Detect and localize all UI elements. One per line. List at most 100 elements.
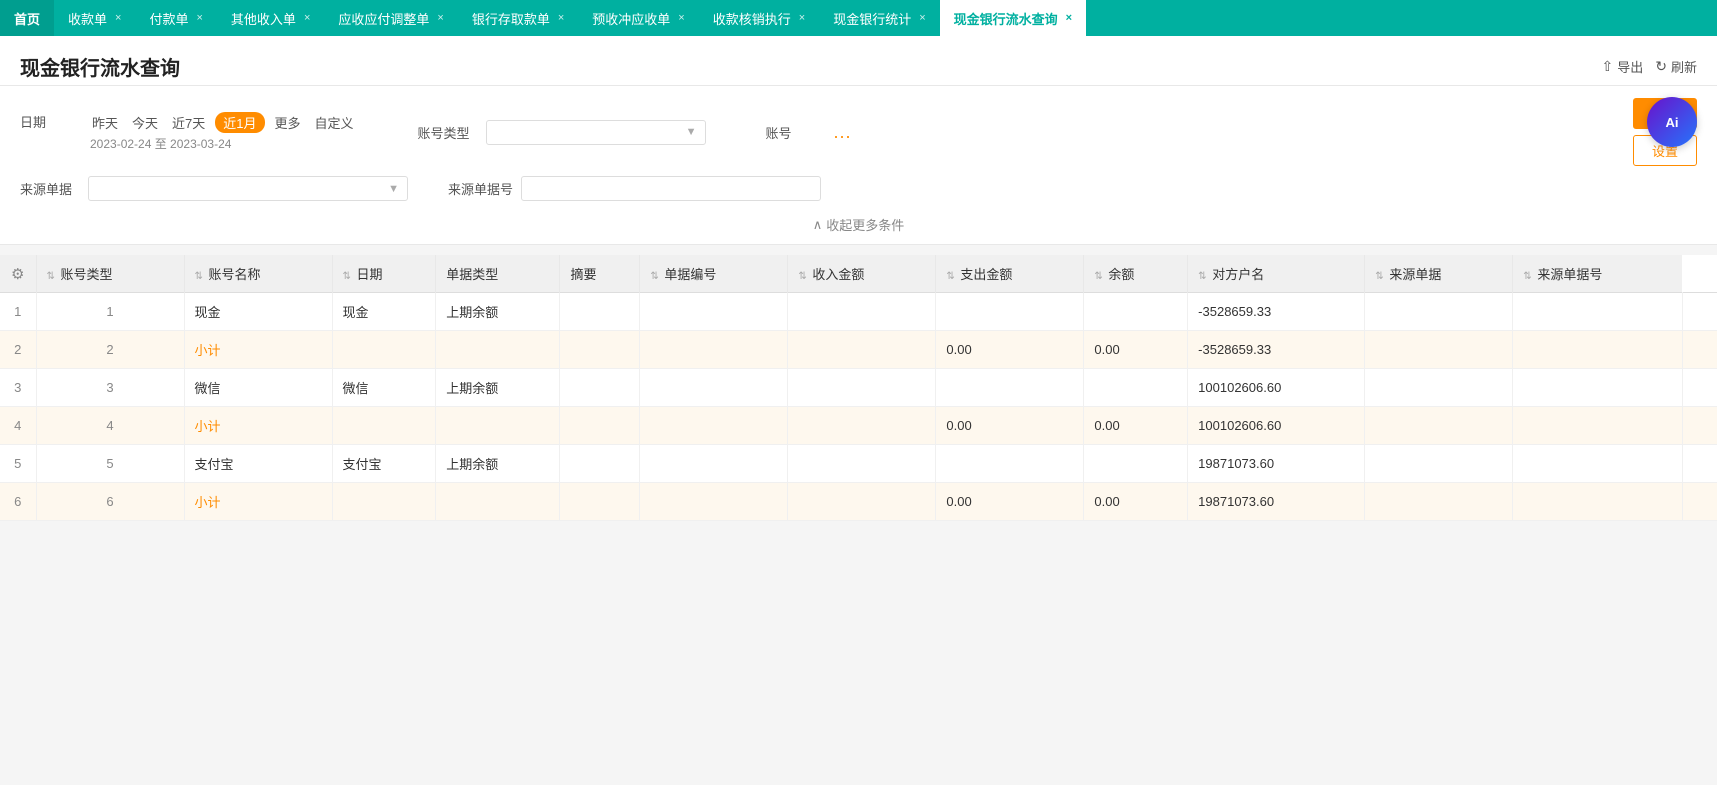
date-btn-custom[interactable]: 自定义 xyxy=(311,112,358,133)
ai-assistant-button[interactable]: Ai xyxy=(1647,97,1697,147)
nav-item-receipt[interactable]: 收款单 × xyxy=(54,0,135,36)
nav-item-cash-flow-query[interactable]: 现金银行流水查询 × xyxy=(940,0,1086,36)
sort-icon-expense: ⇅ xyxy=(946,271,954,282)
cell-account-type: 支付宝 xyxy=(184,445,332,483)
table-row: 44小计0.000.00100102606.60 xyxy=(0,407,1717,445)
nav-close-other-income[interactable]: × xyxy=(304,12,310,24)
account-dots-button[interactable]: ... xyxy=(834,122,852,143)
cell-income: 0.00 xyxy=(936,483,1084,521)
col-summary[interactable]: 摘要 xyxy=(560,255,640,293)
nav-close-cash-flow-query[interactable]: × xyxy=(1066,12,1072,24)
date-btn-7days[interactable]: 近7天 xyxy=(168,112,209,133)
col-doc-no[interactable]: ⇅ 单据编号 xyxy=(640,255,788,293)
settings-gear-icon[interactable]: ⚙ xyxy=(11,266,24,283)
sort-icon-income: ⇅ xyxy=(798,271,806,282)
ai-label: Ai xyxy=(1666,115,1679,130)
cell-summary xyxy=(640,369,788,407)
nav-label-payment: 付款单 xyxy=(149,9,188,28)
cell-source-doc-no xyxy=(1682,483,1717,521)
col-label-date: 日期 xyxy=(357,267,383,282)
refresh-button[interactable]: ↻ 刷新 xyxy=(1655,57,1697,76)
cell-income xyxy=(936,293,1084,331)
col-source-doc[interactable]: ⇅ 来源单据 xyxy=(1365,255,1513,293)
nav-close-receipt-exec[interactable]: × xyxy=(799,12,805,24)
cell-num: 3 xyxy=(36,369,184,407)
collapse-more-button[interactable]: ∧ 收起更多条件 xyxy=(20,211,1697,236)
source-doc-select[interactable]: ▼ xyxy=(88,176,408,201)
cell-date: 上期余额 xyxy=(436,445,560,483)
cell-expense: 0.00 xyxy=(1084,407,1188,445)
account-type-select[interactable]: ▼ xyxy=(486,120,706,145)
col-date[interactable]: ⇅ 日期 xyxy=(332,255,436,293)
cell-summary xyxy=(640,407,788,445)
cell-source-doc xyxy=(1513,331,1682,369)
export-icon: ⇧ xyxy=(1602,58,1614,75)
cell-balance: 19871073.60 xyxy=(1188,445,1365,483)
nav-close-ar-ap-adjust[interactable]: × xyxy=(437,12,443,24)
cell-num: 4 xyxy=(36,407,184,445)
col-source-doc-no[interactable]: ⇅ 来源单据号 xyxy=(1513,255,1682,293)
table-row: 66小计0.000.0019871073.60 xyxy=(0,483,1717,521)
col-doc-type[interactable]: 单据类型 xyxy=(436,255,560,293)
nav-item-cash-stat[interactable]: 现金银行统计 × xyxy=(819,0,939,36)
nav-item-ar-ap-adjust[interactable]: 应收应付调整单 × xyxy=(324,0,457,36)
cell-income xyxy=(936,445,1084,483)
col-account-type[interactable]: ⇅ 账号类型 xyxy=(36,255,184,293)
nav-item-receipt-exec[interactable]: 收款核销执行 × xyxy=(699,0,819,36)
cell-summary xyxy=(640,445,788,483)
date-btn-1month[interactable]: 近1月 xyxy=(215,112,264,133)
cell-num: 6 xyxy=(36,483,184,521)
filter-area: 日期 昨天 今天 近7天 近1月 更多 自定义 2023-02-24 至 202… xyxy=(0,86,1717,245)
col-settings[interactable]: ⚙ xyxy=(0,255,36,293)
cell-counterpart xyxy=(1365,483,1513,521)
export-button[interactable]: ⇧ 导出 xyxy=(1602,57,1644,76)
refresh-icon: ↻ xyxy=(1655,58,1667,75)
cell-account-name xyxy=(332,483,436,521)
date-filter-label: 日期 xyxy=(20,112,80,131)
cell-source-doc-no xyxy=(1682,407,1717,445)
date-btn-more[interactable]: 更多 xyxy=(271,112,305,133)
account-type-chevron-icon: ▼ xyxy=(686,126,697,138)
cell-expense xyxy=(1084,369,1188,407)
nav-label-pre-receipt: 预收冲应收单 xyxy=(592,9,670,28)
cell-source-doc-no xyxy=(1682,445,1717,483)
nav-label-bank-deposit: 银行存取款单 xyxy=(472,9,550,28)
cell-date xyxy=(436,483,560,521)
nav-close-pre-receipt[interactable]: × xyxy=(678,12,684,24)
page-title: 现金银行流水查询 xyxy=(20,52,180,81)
cell-account-type: 微信 xyxy=(184,369,332,407)
sort-icon-source-doc: ⇅ xyxy=(1375,271,1383,282)
header-actions: ⇧ 导出 ↻ 刷新 xyxy=(1602,57,1698,76)
col-label-counterpart: 对方户名 xyxy=(1212,267,1264,282)
col-counterpart[interactable]: ⇅ 对方户名 xyxy=(1188,255,1365,293)
col-label-summary: 摘要 xyxy=(570,267,596,282)
nav-item-bank-deposit[interactable]: 银行存取款单 × xyxy=(458,0,578,36)
sort-icon-counterpart: ⇅ xyxy=(1198,271,1206,282)
nav-close-receipt[interactable]: × xyxy=(115,12,121,24)
cell-source-doc xyxy=(1513,445,1682,483)
cell-doc-type xyxy=(560,445,640,483)
collapse-label: 收起更多条件 xyxy=(826,215,904,234)
nav-close-cash-stat[interactable]: × xyxy=(919,12,925,24)
nav-close-bank-deposit[interactable]: × xyxy=(558,12,564,24)
top-navigation: 首页 收款单 × 付款单 × 其他收入单 × 应收应付调整单 × 银行存取款单 … xyxy=(0,0,1717,36)
nav-item-other-income[interactable]: 其他收入单 × xyxy=(217,0,324,36)
source-doc-filter: 来源单据 ▼ xyxy=(20,176,408,201)
data-table: ⚙ ⇅ 账号类型 ⇅ 账号名称 ⇅ 日期 单据类型 摘要 xyxy=(0,255,1717,521)
date-btn-yesterday[interactable]: 昨天 xyxy=(88,112,122,133)
col-balance[interactable]: ⇅ 余额 xyxy=(1084,255,1188,293)
nav-item-home[interactable]: 首页 xyxy=(0,0,54,36)
col-account-name[interactable]: ⇅ 账号名称 xyxy=(184,255,332,293)
sort-icon-balance: ⇅ xyxy=(1094,271,1102,282)
nav-close-payment[interactable]: × xyxy=(196,12,202,24)
col-income[interactable]: ⇅ 收入金额 xyxy=(788,255,936,293)
col-label-account-type: 账号类型 xyxy=(61,267,113,282)
date-btn-today[interactable]: 今天 xyxy=(128,112,162,133)
cell-doc-type xyxy=(560,483,640,521)
source-doc-no-input[interactable] xyxy=(521,176,821,201)
nav-item-pre-receipt[interactable]: 预收冲应收单 × xyxy=(578,0,698,36)
nav-item-payment[interactable]: 付款单 × xyxy=(135,0,216,36)
cell-doc-type xyxy=(560,407,640,445)
cell-account-name xyxy=(332,331,436,369)
col-expense[interactable]: ⇅ 支出金额 xyxy=(936,255,1084,293)
